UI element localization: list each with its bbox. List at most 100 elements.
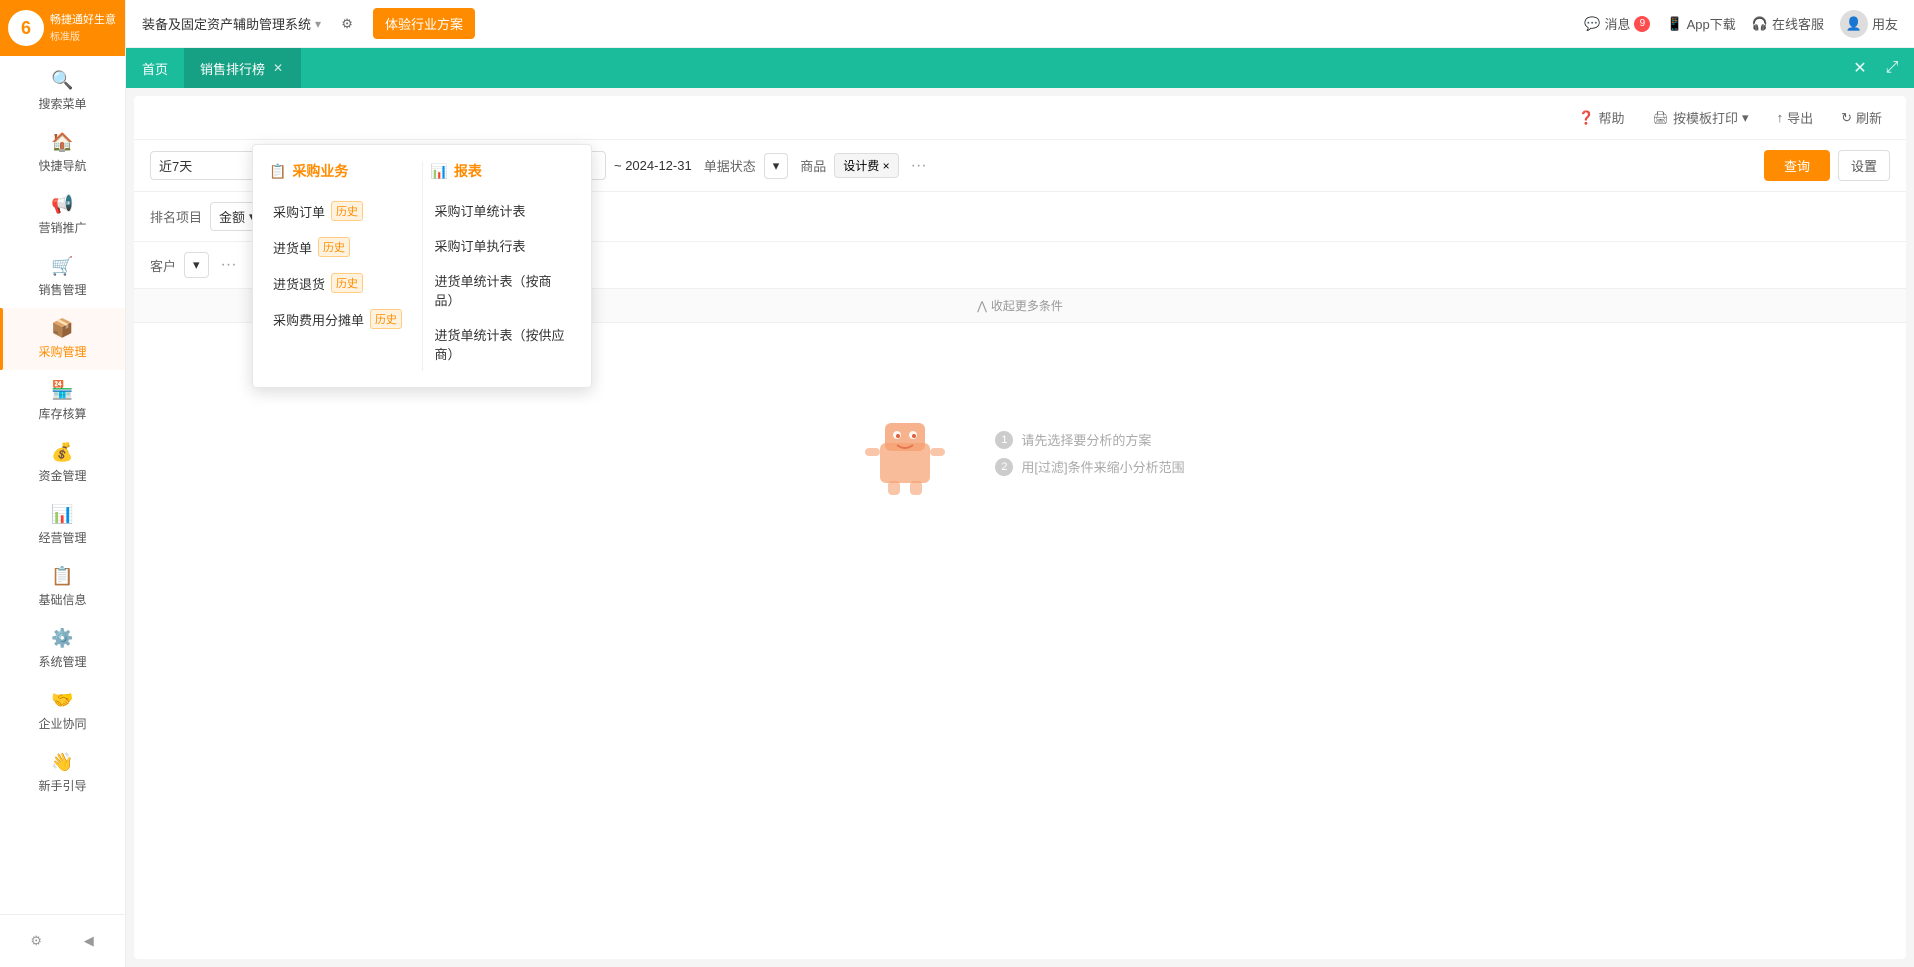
filter-toolbar: ❓ 帮助 🖨 按模板打印 ▾ ↑ 导出 ↻ 刷新 <box>134 96 1906 140</box>
tab-close-all-btn[interactable]: ✕ <box>1846 54 1874 82</box>
header-settings-icon[interactable]: ⚙ <box>333 10 361 38</box>
online-service-btn[interactable]: 🎧 在线客服 <box>1752 14 1824 33</box>
purchase-dropdown-menu: 📋 采购业务 采购订单 历史 进货单 历史 进货退货 历史 <box>252 144 592 388</box>
sidebar-item-quick-nav[interactable]: 🏠 快捷导航 <box>0 122 125 184</box>
sidebar-item-search[interactable]: 🔍 搜索菜单 <box>0 60 125 122</box>
title-dropdown-arrow[interactable]: ▾ <box>315 17 321 31</box>
sidebar-item-sales[interactable]: 🛒 销售管理 <box>0 246 125 308</box>
sidebar-nav: 🔍 搜索菜单 🏠 快捷导航 📢 营销推广 🛒 销售管理 📦 采购管理 🏪 库存核… <box>0 56 125 914</box>
sidebar-item-inventory[interactable]: 🏪 库存核算 <box>0 370 125 432</box>
app-download-btn[interactable]: 📱 App下载 <box>1666 14 1735 33</box>
top-header: 装备及固定资产辅助管理系统 ▾ ⚙ 体验行业方案 💬 消息 9 📱 App下载 … <box>126 0 1914 48</box>
empty-step-1: 1 请先选择要分析的方案 <box>995 430 1184 449</box>
sidebar-item-finance[interactable]: 💰 资金管理 <box>0 432 125 494</box>
tab-fullscreen-btn[interactable]: ⤢ <box>1878 54 1906 82</box>
sales-icon: 🛒 <box>51 256 73 277</box>
operation-icon: 📊 <box>51 504 73 525</box>
customer-select[interactable]: ▾ <box>184 252 209 278</box>
sidebar-item-operation[interactable]: 📊 经营管理 <box>0 494 125 556</box>
history-tag: 历史 <box>331 201 363 221</box>
user-btn[interactable]: 👤 用友 <box>1840 10 1898 38</box>
marketing-icon: 📢 <box>51 194 73 215</box>
customer-dots[interactable]: ··· <box>217 256 241 274</box>
col-divider <box>422 161 423 371</box>
dropdown-item-purchase-order[interactable]: 采购订单 历史 <box>269 193 414 229</box>
finance-icon: 💰 <box>51 442 73 463</box>
print-dropdown-icon[interactable]: ▾ <box>1742 110 1749 126</box>
customer-dropdown-icon: ▾ <box>193 257 200 273</box>
sidebar: 6 畅捷通好生意 标准版 🔍 搜索菜单 🏠 快捷导航 📢 营销推广 🛒 销售管理… <box>0 0 126 967</box>
dropdown-item-inbound[interactable]: 进货单 历史 <box>269 229 414 265</box>
avatar: 👤 <box>1840 10 1868 38</box>
main-area: 装备及固定资产辅助管理系统 ▾ ⚙ 体验行业方案 💬 消息 9 📱 App下载 … <box>126 0 1914 967</box>
report-col-title: 📊 报表 <box>431 161 576 181</box>
goods-filter-group: 商品 设计费 × ··· <box>800 153 930 178</box>
inventory-icon: 🏪 <box>51 380 73 401</box>
status-select[interactable]: ▾ <box>764 153 789 179</box>
sidebar-item-marketing[interactable]: 📢 营销推广 <box>0 184 125 246</box>
dropdown-item-inbound-stats-supplier[interactable]: 进货单统计表（按供应商） <box>431 317 576 371</box>
goods-dots[interactable]: ··· <box>907 157 931 175</box>
collapse-up-icon: ⋀ <box>977 299 987 313</box>
goods-label: 商品 <box>800 156 826 175</box>
sidebar-settings-btn[interactable]: ⚙ <box>20 925 52 957</box>
purchase-col: 📋 采购业务 采购订单 历史 进货单 历史 进货退货 历史 <box>269 161 414 371</box>
print-icon: 🖨 <box>1653 110 1670 126</box>
guide-icon: 👋 <box>51 752 73 773</box>
goods-tag: 设计费 × <box>834 153 898 178</box>
history-tag-3: 历史 <box>331 273 363 293</box>
dropdown-item-expense[interactable]: 采购费用分摊单 历史 <box>269 301 414 337</box>
purchase-icon: 📦 <box>51 318 73 339</box>
export-icon: ↑ <box>1777 110 1784 125</box>
headset-icon: 🎧 <box>1752 16 1768 32</box>
message-btn[interactable]: 💬 消息 9 <box>1584 14 1650 33</box>
dropdown-item-order-stats[interactable]: 采购订单统计表 <box>431 193 576 228</box>
purchase-col-title: 📋 采购业务 <box>269 161 414 181</box>
dropdown-item-order-exec[interactable]: 采购订单执行表 <box>431 228 576 263</box>
refresh-icon: ↻ <box>1841 110 1852 126</box>
settings-button[interactable]: 设置 <box>1838 150 1890 181</box>
cooperation-icon: 🤝 <box>51 690 73 711</box>
ranking-group: 排名项目 金额 ▾ <box>150 202 265 231</box>
sidebar-collapse-btn[interactable]: ◀ <box>73 925 105 957</box>
sidebar-item-cooperation[interactable]: 🤝 企业协同 <box>0 680 125 742</box>
content-area: ❓ 帮助 🖨 按模板打印 ▾ ↑ 导出 ↻ 刷新 <box>126 88 1914 967</box>
export-btn[interactable]: ↑ 导出 <box>1769 104 1822 131</box>
industry-btn[interactable]: 体验行业方案 <box>373 8 475 39</box>
tab-sales-rank[interactable]: 销售排行榜 ✕ <box>184 48 301 88</box>
sidebar-item-base-info[interactable]: 📋 基础信息 <box>0 556 125 618</box>
status-filter-group: 单据状态 ▾ <box>704 153 789 179</box>
refresh-btn[interactable]: ↻ 刷新 <box>1833 104 1890 131</box>
collapse-btn[interactable]: ⋀ 收起更多条件 <box>977 297 1063 314</box>
sidebar-item-guide[interactable]: 👋 新手引导 <box>0 742 125 804</box>
customer-label: 客户 <box>150 256 176 275</box>
ranking-label: 排名项目 <box>150 207 202 226</box>
purchase-col-icon: 📋 <box>269 163 286 180</box>
system-title: 装备及固定资产辅助管理系统 ▾ <box>142 14 321 33</box>
dropdown-item-inbound-stats-product[interactable]: 进货单统计表（按商品） <box>431 263 576 317</box>
search-icon: 🔍 <box>51 70 73 91</box>
help-btn[interactable]: ❓ 帮助 <box>1570 104 1632 131</box>
tab-close-icon[interactable]: ✕ <box>271 59 285 77</box>
print-btn[interactable]: 🖨 按模板打印 ▾ <box>1645 104 1757 131</box>
logo-icon: 6 <box>8 10 44 46</box>
report-col: 📊 报表 采购订单统计表 采购订单执行表 进货单统计表（按商品） 进货单统计表（… <box>431 161 576 371</box>
dropdown-item-return[interactable]: 进货退货 历史 <box>269 265 414 301</box>
sidebar-item-purchase[interactable]: 📦 采购管理 <box>0 308 125 370</box>
sidebar-footer: ⚙ ◀ <box>0 914 125 967</box>
history-tag-4: 历史 <box>370 309 402 329</box>
status-label: 单据状态 <box>704 156 756 175</box>
phone-icon: 📱 <box>1666 16 1682 32</box>
sidebar-logo: 6 畅捷通好生意 标准版 <box>0 0 125 56</box>
top-right: 💬 消息 9 📱 App下载 🎧 在线客服 👤 用友 <box>1584 10 1898 38</box>
dropdown-cols: 📋 采购业务 采购订单 历史 进货单 历史 进货退货 历史 <box>269 161 575 371</box>
home-icon: 🏠 <box>51 132 73 153</box>
help-icon: ❓ <box>1578 110 1594 126</box>
sidebar-item-system[interactable]: ⚙️ 系统管理 <box>0 618 125 680</box>
empty-illustration <box>855 403 955 503</box>
report-col-icon: 📊 <box>431 163 448 180</box>
tab-bar: 首页 销售排行榜 ✕ ✕ ⤢ <box>126 48 1914 88</box>
system-icon: ⚙️ <box>51 628 73 649</box>
query-button[interactable]: 查询 <box>1764 150 1830 181</box>
tab-home[interactable]: 首页 <box>126 48 184 88</box>
